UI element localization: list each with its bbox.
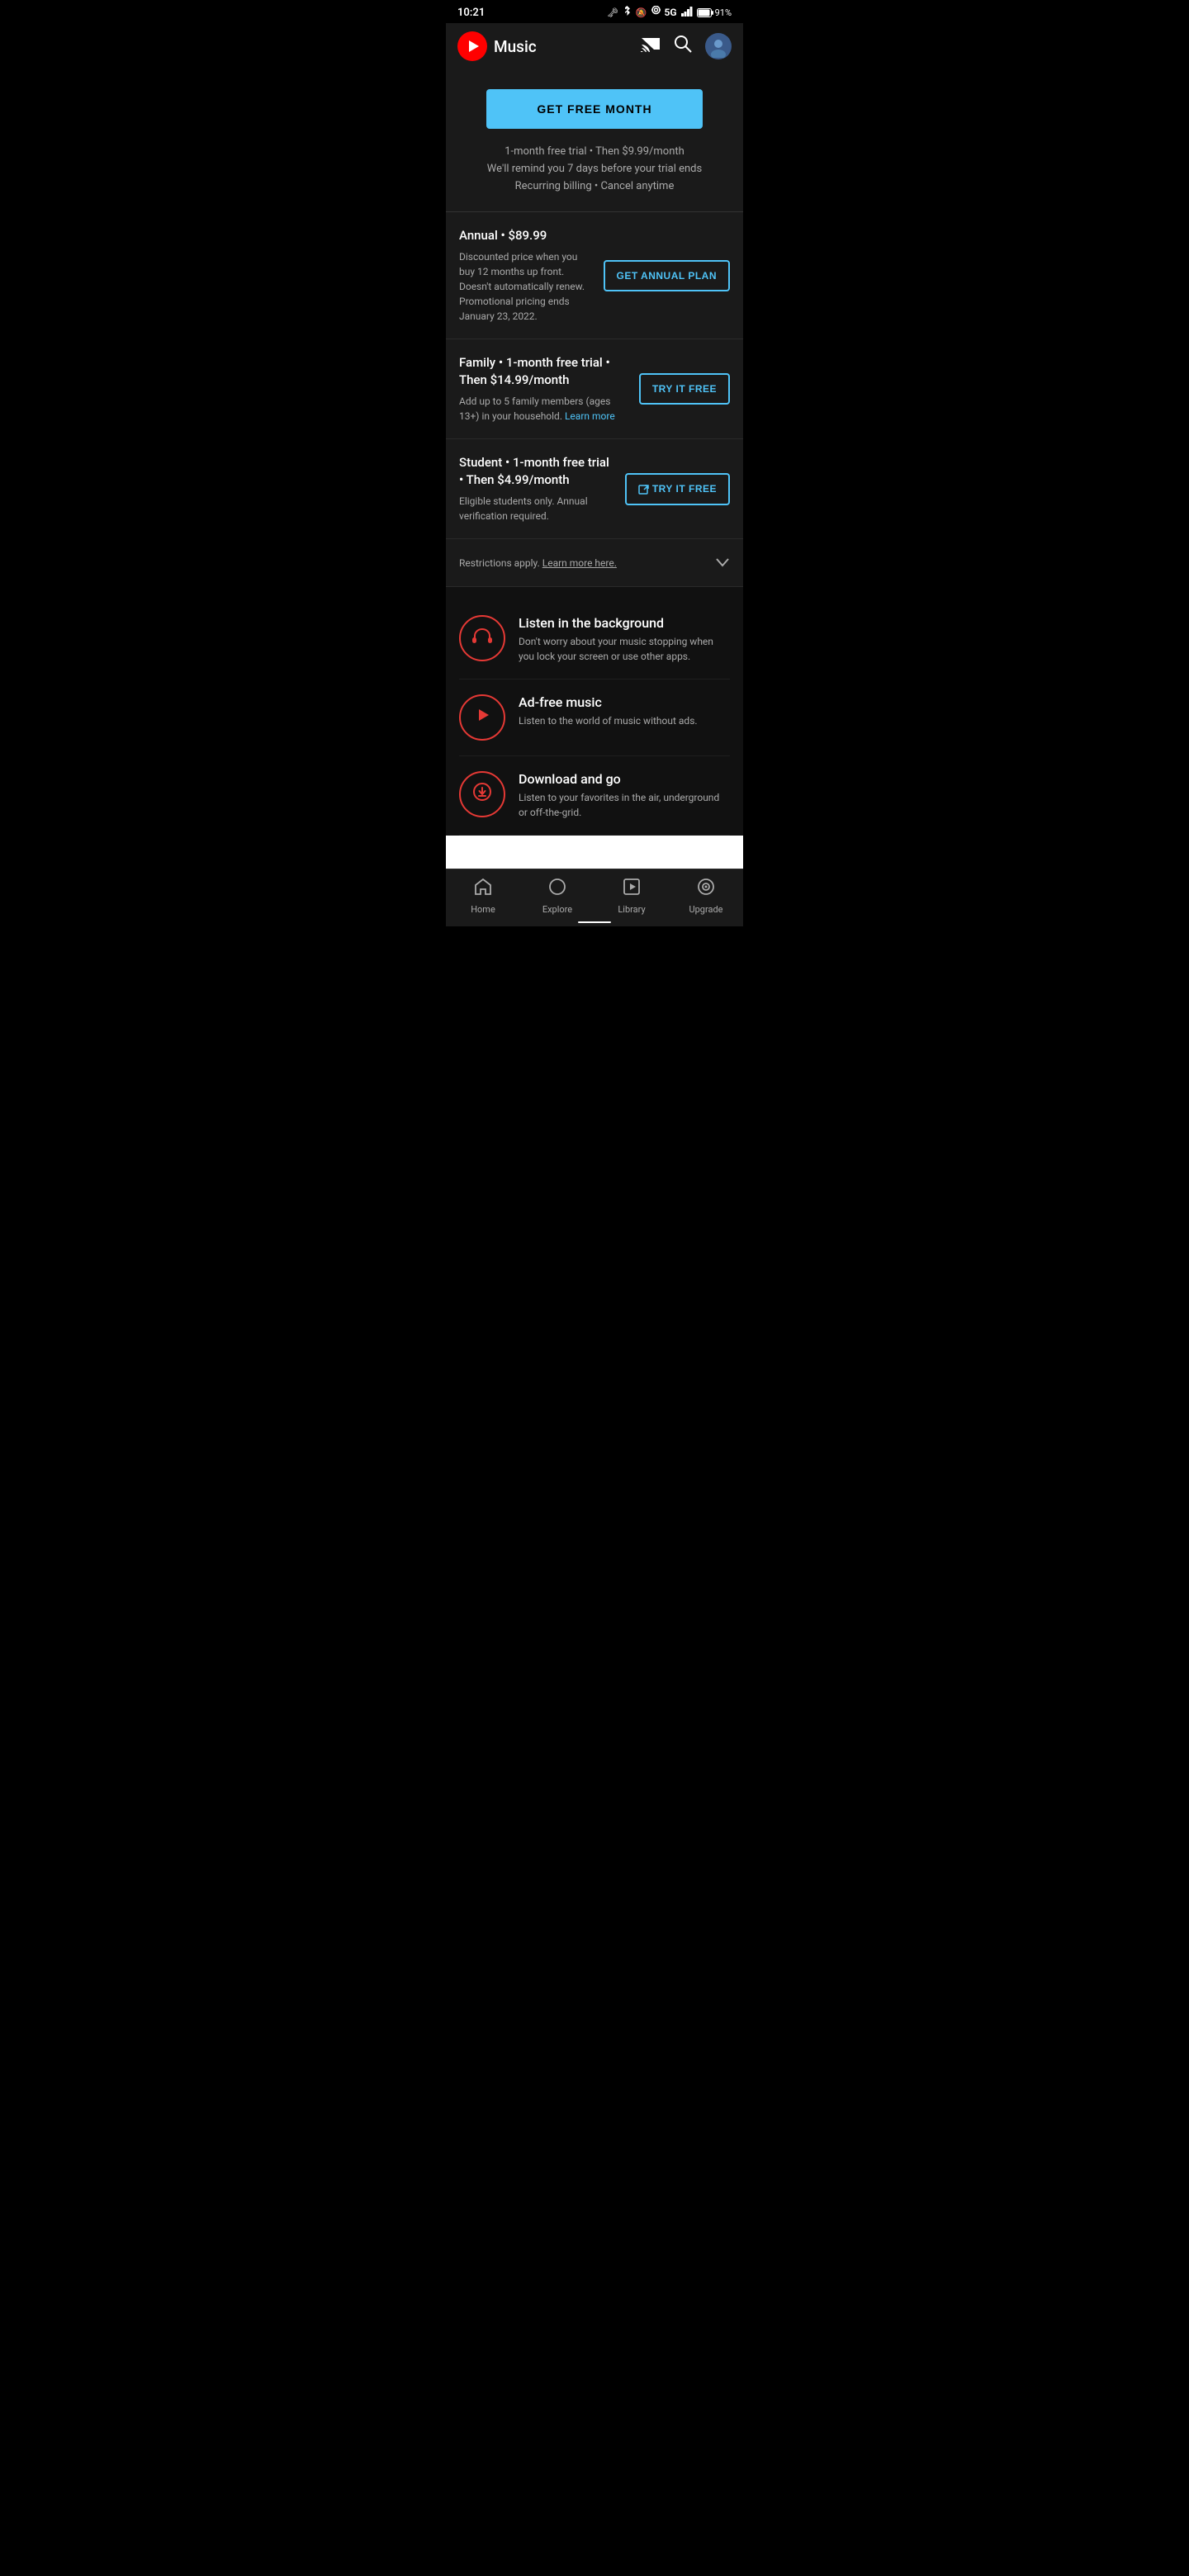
family-learn-more-link[interactable]: Learn more [565, 410, 615, 422]
background-feature-title: Listen in the background [519, 615, 730, 631]
family-plan-desc: Add up to 5 family members (ages 13+) in… [459, 394, 629, 424]
mute-icon: 🔕 [636, 7, 647, 18]
app-header: Music [446, 23, 743, 69]
status-time: 10:21 [457, 7, 485, 19]
get-free-month-button[interactable]: GET FREE MONTH [486, 89, 703, 129]
library-icon [623, 878, 641, 901]
logo: Music [457, 31, 537, 61]
annual-plan-button[interactable]: GET ANNUAL PLAN [604, 260, 731, 291]
annual-plan-desc: Discounted price when you buy 12 months … [459, 249, 594, 324]
header-actions [641, 33, 732, 59]
bottom-navigation: Home Explore Library Upgrade [446, 869, 743, 926]
white-bar-spacer [446, 836, 743, 869]
plans-section: Annual • $89.99 Discounted price when yo… [446, 212, 743, 539]
chevron-down-icon[interactable] [715, 554, 730, 571]
download-icon-wrap [459, 771, 505, 817]
explore-icon [548, 878, 566, 901]
family-plan-button[interactable]: TRY IT FREE [639, 373, 730, 405]
home-icon [474, 878, 492, 901]
app-title: Music [494, 37, 537, 56]
nav-library[interactable]: Library [607, 878, 656, 915]
network-label: 5G [665, 7, 677, 18]
adfree-feature-title: Ad-free music [519, 694, 698, 710]
free-month-section: GET FREE MONTH 1-month free trial • Then… [446, 69, 743, 212]
student-plan-button[interactable]: TRY IT FREE [625, 473, 730, 504]
nav-home-label: Home [471, 904, 495, 915]
learn-more-link[interactable]: Learn more here. [542, 557, 617, 569]
download-feature-desc: Listen to your favorites in the air, und… [519, 790, 730, 820]
nav-explore[interactable]: Explore [533, 878, 582, 915]
nav-upgrade[interactable]: Upgrade [681, 878, 731, 915]
home-indicator [578, 921, 611, 923]
user-avatar[interactable] [705, 33, 732, 59]
family-plan-info: Family • 1-month free trial • Then $14.9… [459, 354, 629, 424]
background-feature-desc: Don't worry about your music stopping wh… [519, 634, 730, 664]
headphones-icon [471, 627, 493, 650]
download-feature-text: Download and go Listen to your favorites… [519, 771, 730, 820]
restrictions-text: Restrictions apply. Learn more here. [459, 557, 617, 569]
key-icon: 🗝 [607, 7, 618, 18]
battery-text: 91% [715, 7, 732, 18]
search-icon[interactable] [674, 35, 692, 58]
nav-upgrade-label: Upgrade [689, 904, 722, 915]
adfree-feature-desc: Listen to the world of music without ads… [519, 713, 698, 728]
bluetooth-icon [623, 6, 632, 20]
annual-plan-info: Annual • $89.99 Discounted price when yo… [459, 227, 594, 324]
student-plan-info: Student • 1-month free trial • Then $4.9… [459, 454, 615, 523]
family-plan-title: Family • 1-month free trial • Then $14.9… [459, 354, 629, 389]
feature-download-row: Download and go Listen to your favorites… [459, 756, 730, 836]
download-icon [472, 782, 492, 807]
annual-plan-title: Annual • $89.99 [459, 227, 594, 244]
location-icon [651, 6, 661, 19]
background-feature-text: Listen in the background Don't worry abo… [519, 615, 730, 664]
student-plan-row: Student • 1-month free trial • Then $4.9… [446, 439, 743, 539]
student-plan-title: Student • 1-month free trial • Then $4.9… [459, 454, 615, 489]
play-icon-wrap [459, 694, 505, 741]
features-section: Listen in the background Don't worry abo… [446, 587, 743, 836]
play-icon [473, 706, 491, 729]
restrictions-row[interactable]: Restrictions apply. Learn more here. [446, 539, 743, 587]
nav-home[interactable]: Home [458, 878, 508, 915]
nav-explore-label: Explore [542, 904, 572, 915]
feature-adfree-row: Ad-free music Listen to the world of mus… [459, 680, 730, 756]
trial-line-2: We'll remind you 7 days before your tria… [459, 161, 730, 178]
student-plan-desc: Eligible students only. Annual verificat… [459, 494, 615, 523]
trial-line-1: 1-month free trial • Then $9.99/month [459, 144, 730, 161]
signal-icon [681, 7, 693, 19]
upgrade-icon [697, 878, 715, 901]
youtube-music-logo [457, 31, 487, 61]
feature-background-row: Listen in the background Don't worry abo… [459, 600, 730, 680]
status-bar: 10:21 🗝 🔕 5G [446, 0, 743, 23]
adfree-feature-text: Ad-free music Listen to the world of mus… [519, 694, 698, 728]
nav-library-label: Library [618, 904, 645, 915]
family-plan-row: Family • 1-month free trial • Then $14.9… [446, 339, 743, 439]
headphones-icon-wrap [459, 615, 505, 661]
cast-icon[interactable] [641, 36, 661, 57]
annual-plan-row: Annual • $89.99 Discounted price when yo… [446, 212, 743, 339]
trial-line-3: Recurring billing • Cancel anytime [459, 178, 730, 196]
battery-icon: 91% [697, 7, 732, 18]
trial-info: 1-month free trial • Then $9.99/month We… [459, 144, 730, 195]
status-icons: 🗝 🔕 5G [607, 6, 732, 20]
download-feature-title: Download and go [519, 771, 730, 787]
